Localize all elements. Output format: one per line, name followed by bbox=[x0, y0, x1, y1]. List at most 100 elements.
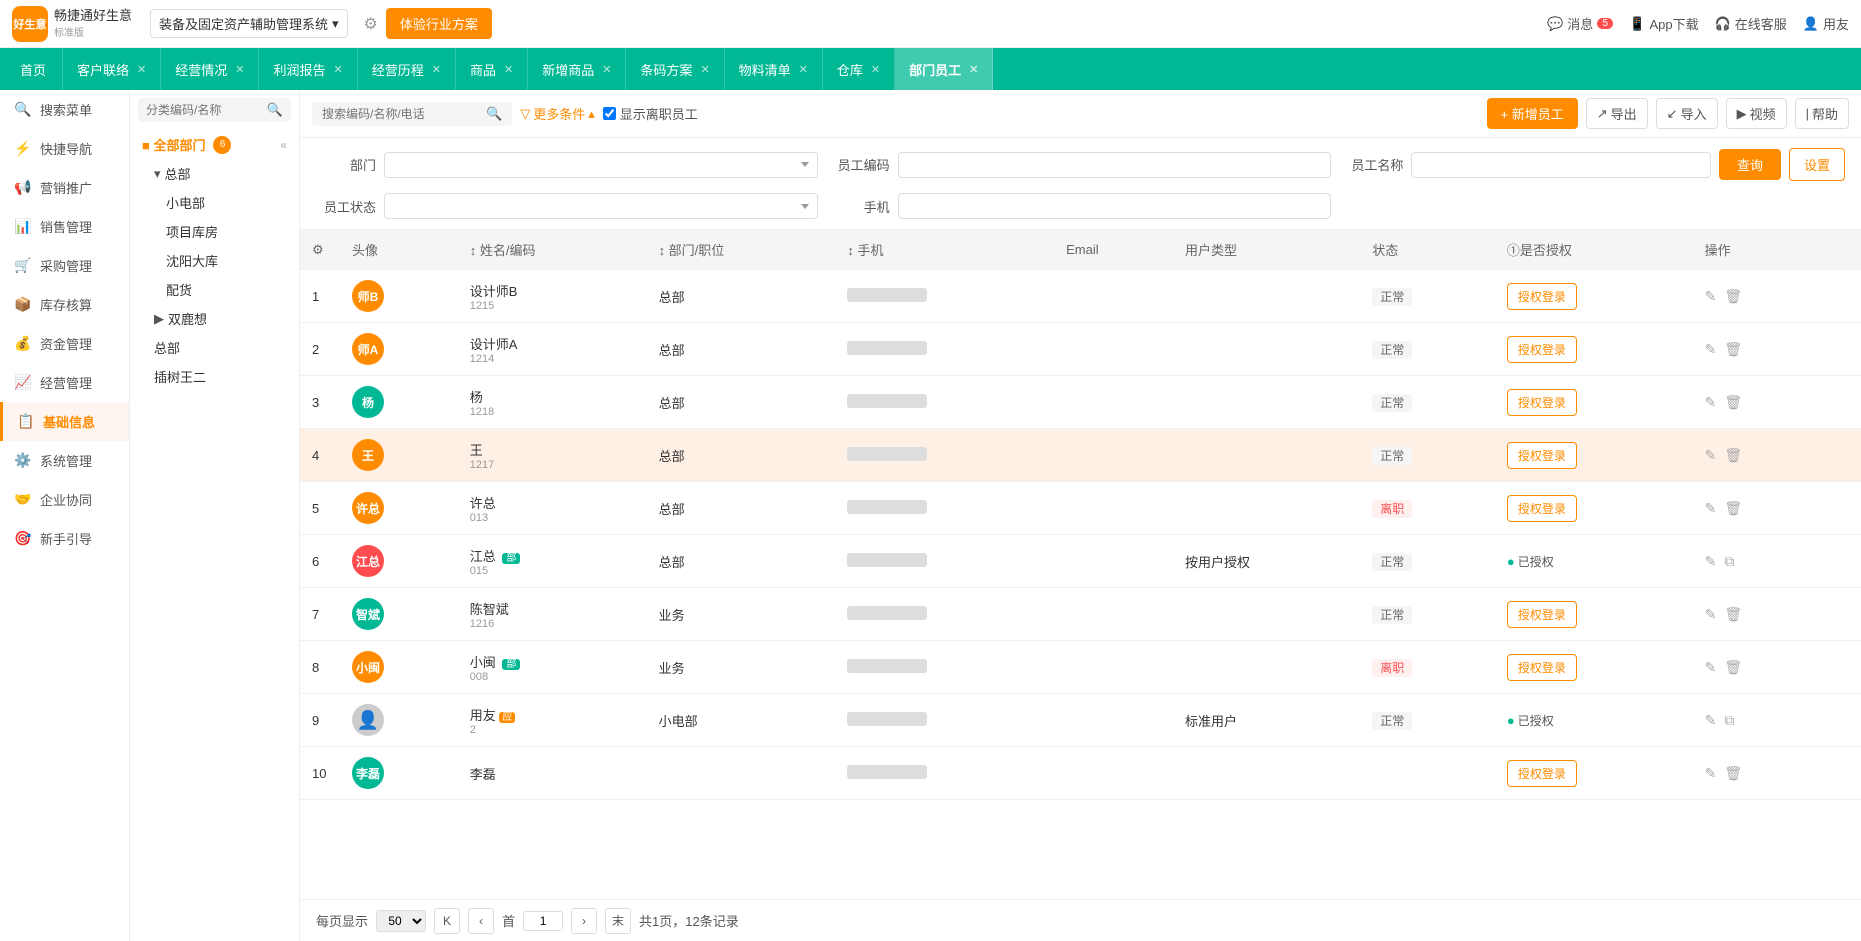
copy-icon[interactable]: ⧉ bbox=[1724, 712, 1734, 729]
per-page-select[interactable]: 50 20 100 bbox=[376, 910, 426, 932]
delete-icon[interactable]: 🗑 bbox=[1724, 288, 1742, 305]
close-icon[interactable]: ✕ bbox=[432, 63, 441, 76]
edit-icon[interactable]: ✎ bbox=[1705, 500, 1717, 517]
first-page-btn[interactable]: K bbox=[434, 908, 460, 934]
close-icon[interactable]: ✕ bbox=[137, 63, 146, 76]
auth-btn[interactable]: 授权登录 bbox=[1507, 442, 1577, 469]
sidebar-item-inventory[interactable]: 📦 库存核算 bbox=[0, 285, 129, 324]
auth-btn[interactable]: 授权登录 bbox=[1507, 283, 1577, 310]
dept-item-shenyang[interactable]: 沈阳大库 bbox=[130, 246, 299, 275]
sidebar-item-search[interactable]: 🔍 搜索菜单 bbox=[0, 90, 129, 129]
resigned-checkbox-input[interactable] bbox=[603, 107, 616, 120]
close-icon[interactable]: ✕ bbox=[969, 63, 978, 76]
delete-icon[interactable]: 🗑 bbox=[1724, 606, 1742, 623]
col-settings[interactable]: ⚙ bbox=[300, 230, 340, 270]
col-phone[interactable]: ↕ 手机 bbox=[835, 230, 1054, 270]
sidebar-item-guide[interactable]: 🎯 新手引导 bbox=[0, 519, 129, 558]
tab-operations[interactable]: 经营情况✕ bbox=[161, 48, 259, 90]
edit-icon[interactable]: ✎ bbox=[1705, 553, 1717, 570]
emp-status-select[interactable] bbox=[384, 193, 818, 219]
close-icon[interactable]: ✕ bbox=[602, 63, 611, 76]
service-btn[interactable]: 🎧 在线客服 bbox=[1715, 14, 1787, 33]
import-btn[interactable]: ↙ 导入 bbox=[1656, 98, 1718, 129]
tab-profit[interactable]: 利润报告✕ bbox=[259, 48, 357, 90]
emp-name-input[interactable] bbox=[1411, 152, 1711, 178]
col-name[interactable]: ↕ 姓名/编码 bbox=[458, 230, 647, 270]
sidebar-item-system[interactable]: ⚙️ 系统管理 bbox=[0, 441, 129, 480]
tab-history[interactable]: 经营历程✕ bbox=[358, 48, 456, 90]
next-page-btn[interactable]: › bbox=[571, 908, 597, 934]
export-btn[interactable]: ↗ 导出 bbox=[1586, 98, 1648, 129]
dept-all[interactable]: ■ 全部部门 6 « bbox=[130, 130, 299, 159]
query-btn[interactable]: 查询 bbox=[1719, 149, 1781, 180]
tab-dept[interactable]: 部门员工✕ bbox=[895, 48, 993, 90]
close-icon[interactable]: ✕ bbox=[235, 63, 244, 76]
help-btn[interactable]: | 帮助 bbox=[1795, 98, 1849, 129]
close-icon[interactable]: ✕ bbox=[700, 63, 709, 76]
edit-icon[interactable]: ✎ bbox=[1705, 394, 1717, 411]
sys-title[interactable]: 装备及固定资产辅助管理系统 ▾ bbox=[150, 9, 348, 38]
prev-page-btn[interactable]: ‹ bbox=[468, 908, 494, 934]
edit-icon[interactable]: ✎ bbox=[1705, 341, 1717, 358]
sidebar-item-basic[interactable]: 📋 基础信息 bbox=[0, 402, 129, 441]
tab-barcode[interactable]: 条码方案✕ bbox=[626, 48, 724, 90]
app-btn[interactable]: 📱 App下载 bbox=[1629, 14, 1698, 33]
sidebar-item-sales[interactable]: 📊 销售管理 bbox=[0, 207, 129, 246]
sidebar-item-nav[interactable]: ⚡ 快捷导航 bbox=[0, 129, 129, 168]
auth-btn[interactable]: 授权登录 bbox=[1507, 336, 1577, 363]
add-employee-btn[interactable]: + 新增员工 bbox=[1487, 98, 1578, 129]
more-filter-btn[interactable]: ▽ 更多条件 ▴ bbox=[520, 104, 595, 123]
show-resigned-checkbox[interactable]: 显示离职员工 bbox=[603, 104, 698, 123]
close-icon[interactable]: ✕ bbox=[799, 63, 808, 76]
auth-btn[interactable]: 授权登录 bbox=[1507, 495, 1577, 522]
dept-item-zongbu2[interactable]: 总部 bbox=[130, 333, 299, 362]
delete-icon[interactable]: 🗑 bbox=[1724, 500, 1742, 517]
trial-btn[interactable]: 体验行业方案 bbox=[386, 8, 492, 39]
auth-btn[interactable]: 授权登录 bbox=[1507, 760, 1577, 787]
dept-filter-select[interactable] bbox=[384, 152, 818, 178]
dept-item-xiaodian[interactable]: 小电部 bbox=[130, 188, 299, 217]
col-dept[interactable]: ↕ 部门/职位 bbox=[647, 230, 836, 270]
dept-item-zongbu[interactable]: ▾ 总部 bbox=[130, 159, 299, 188]
user-btn[interactable]: 👤 用友 bbox=[1803, 14, 1849, 33]
dept-item-chashuwang[interactable]: 插树王二 bbox=[130, 362, 299, 391]
close-icon[interactable]: ✕ bbox=[334, 63, 343, 76]
reset-btn[interactable]: 设置 bbox=[1789, 148, 1845, 181]
sidebar-item-marketing[interactable]: 📢 营销推广 bbox=[0, 168, 129, 207]
delete-icon[interactable]: 🗑 bbox=[1724, 394, 1742, 411]
edit-icon[interactable]: ✎ bbox=[1705, 659, 1717, 676]
edit-icon[interactable]: ✎ bbox=[1705, 712, 1717, 729]
tab-customer[interactable]: 客户联络✕ bbox=[63, 48, 161, 90]
gear-icon[interactable]: ⚙ bbox=[364, 14, 378, 34]
dept-search-input[interactable] bbox=[146, 103, 267, 117]
dept-item-shuanglu[interactable]: ▶ 双鹿想 bbox=[130, 304, 299, 333]
delete-icon[interactable]: 🗑 bbox=[1724, 341, 1742, 358]
delete-icon[interactable]: 🗑 bbox=[1724, 765, 1742, 782]
dept-item-xiangmu[interactable]: 项目库房 bbox=[130, 217, 299, 246]
edit-icon[interactable]: ✎ bbox=[1705, 606, 1717, 623]
phone-input[interactable] bbox=[898, 193, 1332, 219]
auth-btn[interactable]: 授权登录 bbox=[1507, 654, 1577, 681]
auth-btn[interactable]: 授权登录 bbox=[1507, 389, 1577, 416]
sidebar-item-finance[interactable]: 💰 资金管理 bbox=[0, 324, 129, 363]
search-input[interactable] bbox=[322, 107, 482, 121]
edit-icon[interactable]: ✎ bbox=[1705, 288, 1717, 305]
copy-icon[interactable]: ⧉ bbox=[1724, 553, 1734, 570]
delete-icon[interactable]: 🗑 bbox=[1724, 659, 1742, 676]
tab-bom[interactable]: 物料清单✕ bbox=[725, 48, 823, 90]
close-icon[interactable]: ✕ bbox=[504, 63, 513, 76]
delete-icon[interactable]: 🗑 bbox=[1724, 447, 1742, 464]
tab-home[interactable]: 首页 bbox=[4, 48, 63, 90]
tab-warehouse[interactable]: 仓库✕ bbox=[823, 48, 895, 90]
auth-btn[interactable]: 授权登录 bbox=[1507, 601, 1577, 628]
emp-code-input[interactable] bbox=[898, 152, 1332, 178]
dept-item-peihuo[interactable]: 配货 bbox=[130, 275, 299, 304]
collapse-icon[interactable]: « bbox=[280, 138, 287, 152]
edit-icon[interactable]: ✎ bbox=[1705, 765, 1717, 782]
tab-add-goods[interactable]: 新增商品✕ bbox=[528, 48, 626, 90]
sidebar-item-collab[interactable]: 🤝 企业协同 bbox=[0, 480, 129, 519]
sidebar-item-mgmt[interactable]: 📈 经营管理 bbox=[0, 363, 129, 402]
msg-btn[interactable]: 💬 消息 5 bbox=[1547, 14, 1613, 33]
page-number-input[interactable] bbox=[523, 911, 563, 931]
tab-goods[interactable]: 商品✕ bbox=[456, 48, 528, 90]
